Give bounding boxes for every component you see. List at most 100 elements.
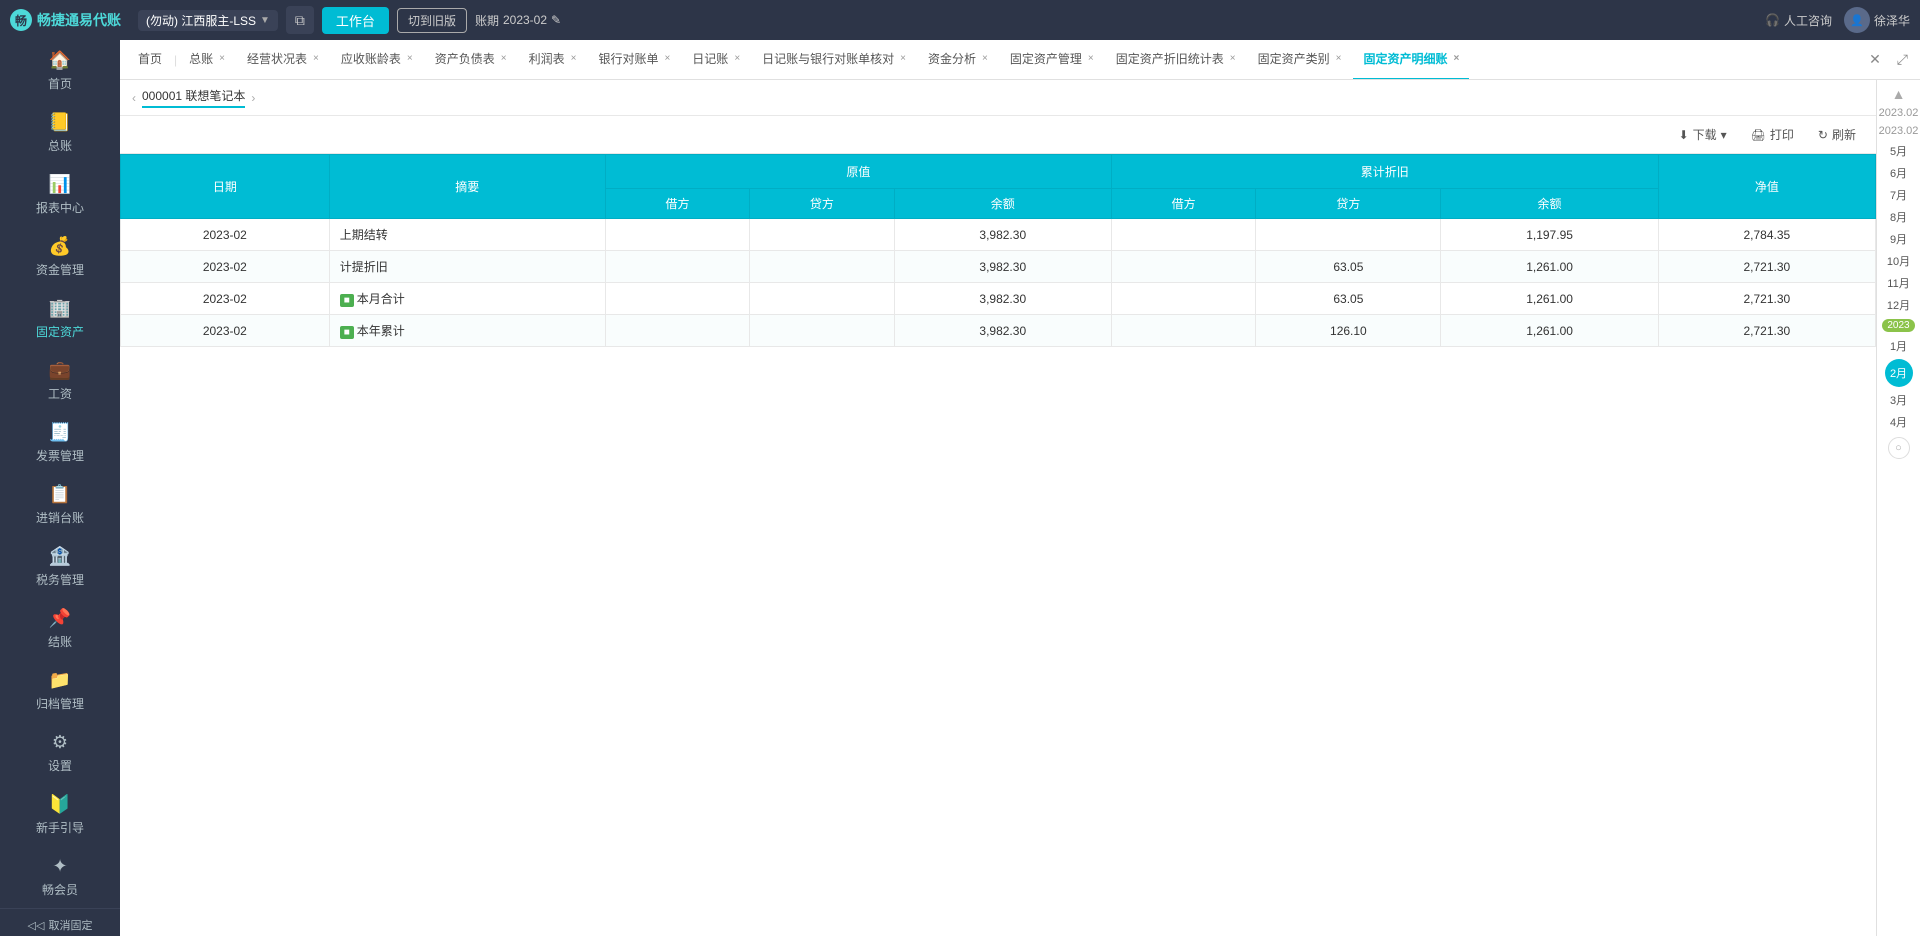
cell-net-value: 2,721.30: [1658, 251, 1875, 283]
download-arrow-icon: ▾: [1721, 128, 1727, 142]
tab-fixed-mgmt[interactable]: 固定资产管理 ×: [1000, 40, 1104, 80]
invoice-icon: 🧾: [49, 422, 71, 443]
topbar: 畅 畅捷通易代账 (勿动) 江西服主-LSS ▼ ⧉ 工作台 切到旧版 账期 2…: [0, 0, 1920, 40]
period-text: 账期: [475, 12, 499, 29]
col-date: 日期: [121, 155, 330, 219]
right-panel-month-1[interactable]: 1月: [1877, 335, 1920, 357]
right-panel-month-9[interactable]: 9月: [1877, 228, 1920, 250]
tab-journal-bank[interactable]: 日记账与银行对账单核对 ×: [752, 40, 916, 80]
col-summary: 摘要: [329, 155, 605, 219]
workbench-button[interactable]: 工作台: [322, 7, 389, 34]
right-panel-month-7[interactable]: 7月: [1877, 184, 1920, 206]
right-panel-month-3[interactable]: 3月: [1877, 389, 1920, 411]
tab-journal[interactable]: 日记账 ×: [682, 40, 750, 80]
cell-date: 2023-02: [121, 251, 330, 283]
tab-journal-close[interactable]: ×: [734, 53, 740, 64]
tab-balance-sheet-close[interactable]: ×: [501, 53, 507, 64]
tab-fixed-mgmt-close[interactable]: ×: [1088, 53, 1094, 64]
sidebar-item-archive[interactable]: 📁 归档管理: [0, 660, 120, 722]
sidebar-label-tax: 税务管理: [36, 571, 84, 588]
sidebar-item-settings[interactable]: ⚙ 设置: [0, 722, 120, 784]
sidebar-item-invoice[interactable]: 🧾 发票管理: [0, 412, 120, 474]
tab-fixed-category-close[interactable]: ×: [1336, 53, 1342, 64]
user-menu[interactable]: 👤 徐泽华: [1844, 7, 1910, 33]
period-edit-icon[interactable]: ✎: [551, 13, 561, 27]
tab-maximize-button[interactable]: ⤢: [1893, 49, 1912, 70]
tab-profit[interactable]: 利润表 ×: [519, 40, 587, 80]
sidebar-item-tax[interactable]: 🏦 税务管理: [0, 536, 120, 598]
tab-fixed-depreciation-close[interactable]: ×: [1230, 53, 1236, 64]
sidebar-item-member[interactable]: ✦ 畅会员: [0, 846, 120, 908]
tab-operating-close[interactable]: ×: [313, 53, 319, 64]
cell-summary: 上期结转: [329, 219, 605, 251]
tab-bar: 首页 | 总账 × 经营状况表 × 应收账龄表 × 资产负债表 × 利润表 ×: [120, 40, 1920, 80]
content-area: 首页 | 总账 × 经营状况表 × 应收账龄表 × 资产负债表 × 利润表 ×: [120, 40, 1920, 936]
support-link[interactable]: 🎧 人工咨询: [1765, 12, 1832, 29]
tab-general-close[interactable]: ×: [219, 53, 225, 64]
cell-acc-debit: [1111, 251, 1255, 283]
right-panel-month-2-active[interactable]: 2月: [1885, 359, 1913, 387]
right-panel-month-6[interactable]: 6月: [1877, 162, 1920, 184]
fund-management-icon: 💰: [49, 236, 71, 257]
tab-general[interactable]: 总账 ×: [179, 40, 235, 80]
tax-icon: 🏦: [49, 546, 71, 567]
sidebar-item-settlement[interactable]: 📌 结账: [0, 598, 120, 660]
right-panel-month-5[interactable]: 5月: [1877, 140, 1920, 162]
scroll-up-button[interactable]: ▲: [1890, 84, 1908, 104]
tab-profit-close[interactable]: ×: [571, 53, 577, 64]
tab-fund-analysis[interactable]: 资金分析 ×: [918, 40, 998, 80]
scroll-down-button[interactable]: [1897, 463, 1901, 467]
print-button[interactable]: 🖨 打印: [1743, 122, 1802, 147]
tab-fund-analysis-label: 资金分析: [928, 50, 976, 67]
tab-fixed-detail[interactable]: 固定资产明细账 ×: [1353, 40, 1469, 80]
copy-button[interactable]: ⧉: [286, 6, 314, 34]
tab-operating[interactable]: 经营状况表 ×: [237, 40, 329, 80]
right-panel-month-10[interactable]: 10月: [1877, 250, 1920, 272]
tab-bank-statement-close[interactable]: ×: [664, 53, 670, 64]
tab-fixed-category[interactable]: 固定资产类别 ×: [1248, 40, 1352, 80]
tab-journal-bank-close[interactable]: ×: [900, 53, 906, 64]
right-panel-month-12[interactable]: 12月: [1877, 294, 1920, 316]
tab-receivable-close[interactable]: ×: [407, 53, 413, 64]
next-arrow[interactable]: ›: [251, 91, 255, 105]
sidebar-item-sales-ledger[interactable]: 📋 进销台账: [0, 474, 120, 536]
right-panel-circle[interactable]: ○: [1888, 437, 1910, 459]
tab-close-all-button[interactable]: ✕: [1865, 49, 1885, 70]
tab-home-label: 首页: [138, 50, 162, 67]
tab-home[interactable]: 首页: [128, 40, 172, 80]
download-button[interactable]: ⬇ 下载 ▾: [1671, 122, 1735, 147]
tab-balance-sheet[interactable]: 资产负债表 ×: [425, 40, 517, 80]
sidebar-item-general-ledger[interactable]: 📒 总账: [0, 102, 120, 164]
tab-fixed-depreciation[interactable]: 固定资产折旧统计表 ×: [1106, 40, 1246, 80]
row-tag: ■: [340, 326, 354, 339]
cell-acc-debit: [1111, 283, 1255, 315]
sidebar-label-home: 首页: [48, 75, 72, 92]
tab-fixed-detail-close[interactable]: ×: [1453, 53, 1459, 64]
right-panel-month-4[interactable]: 4月: [1877, 411, 1920, 433]
sidebar-item-salary[interactable]: 💼 工资: [0, 350, 120, 412]
toolbar: ⬇ 下载 ▾ 🖨 打印 ↻ 刷新: [120, 116, 1876, 154]
table-row: 2023-02 ■本月合计 3,982.30 63.05 1,261.00 2,…: [121, 283, 1876, 315]
tab-receivable[interactable]: 应收账龄表 ×: [331, 40, 423, 80]
year-tag-2023[interactable]: 2023: [1882, 319, 1914, 332]
tab-bank-statement[interactable]: 银行对账单 ×: [588, 40, 680, 80]
pin-toggle[interactable]: ◁◁ 取消固定: [0, 908, 120, 936]
right-panel-month-8[interactable]: 8月: [1877, 206, 1920, 228]
sidebar-item-report-center[interactable]: 📊 报表中心: [0, 164, 120, 226]
sidebar-item-home[interactable]: 🏠 首页: [0, 40, 120, 102]
settings-icon: ⚙: [52, 732, 68, 753]
sidebar-label-settlement: 结账: [48, 633, 72, 650]
download-label: 下载: [1693, 126, 1717, 143]
sidebar-item-fixed-assets[interactable]: 🏢 固定资产: [0, 288, 120, 350]
switch-old-button[interactable]: 切到旧版: [397, 8, 467, 33]
right-panel-month-11[interactable]: 11月: [1877, 272, 1920, 294]
refresh-button[interactable]: ↻ 刷新: [1810, 122, 1864, 147]
sidebar-item-fund-management[interactable]: 💰 资金管理: [0, 226, 120, 288]
prev-arrow[interactable]: ‹: [132, 91, 136, 105]
avatar-icon: 👤: [1850, 14, 1864, 27]
table-row: 2023-02 计提折旧 3,982.30 63.05 1,261.00 2,7…: [121, 251, 1876, 283]
company-selector[interactable]: (勿动) 江西服主-LSS ▼: [138, 10, 278, 31]
sidebar-item-guide[interactable]: 🔰 新手引导: [0, 784, 120, 846]
tab-fund-analysis-close[interactable]: ×: [982, 53, 988, 64]
main-layout: 🏠 首页 📒 总账 📊 报表中心 💰 资金管理 🏢 固定资产 💼 工资 🧾 发票…: [0, 40, 1920, 936]
